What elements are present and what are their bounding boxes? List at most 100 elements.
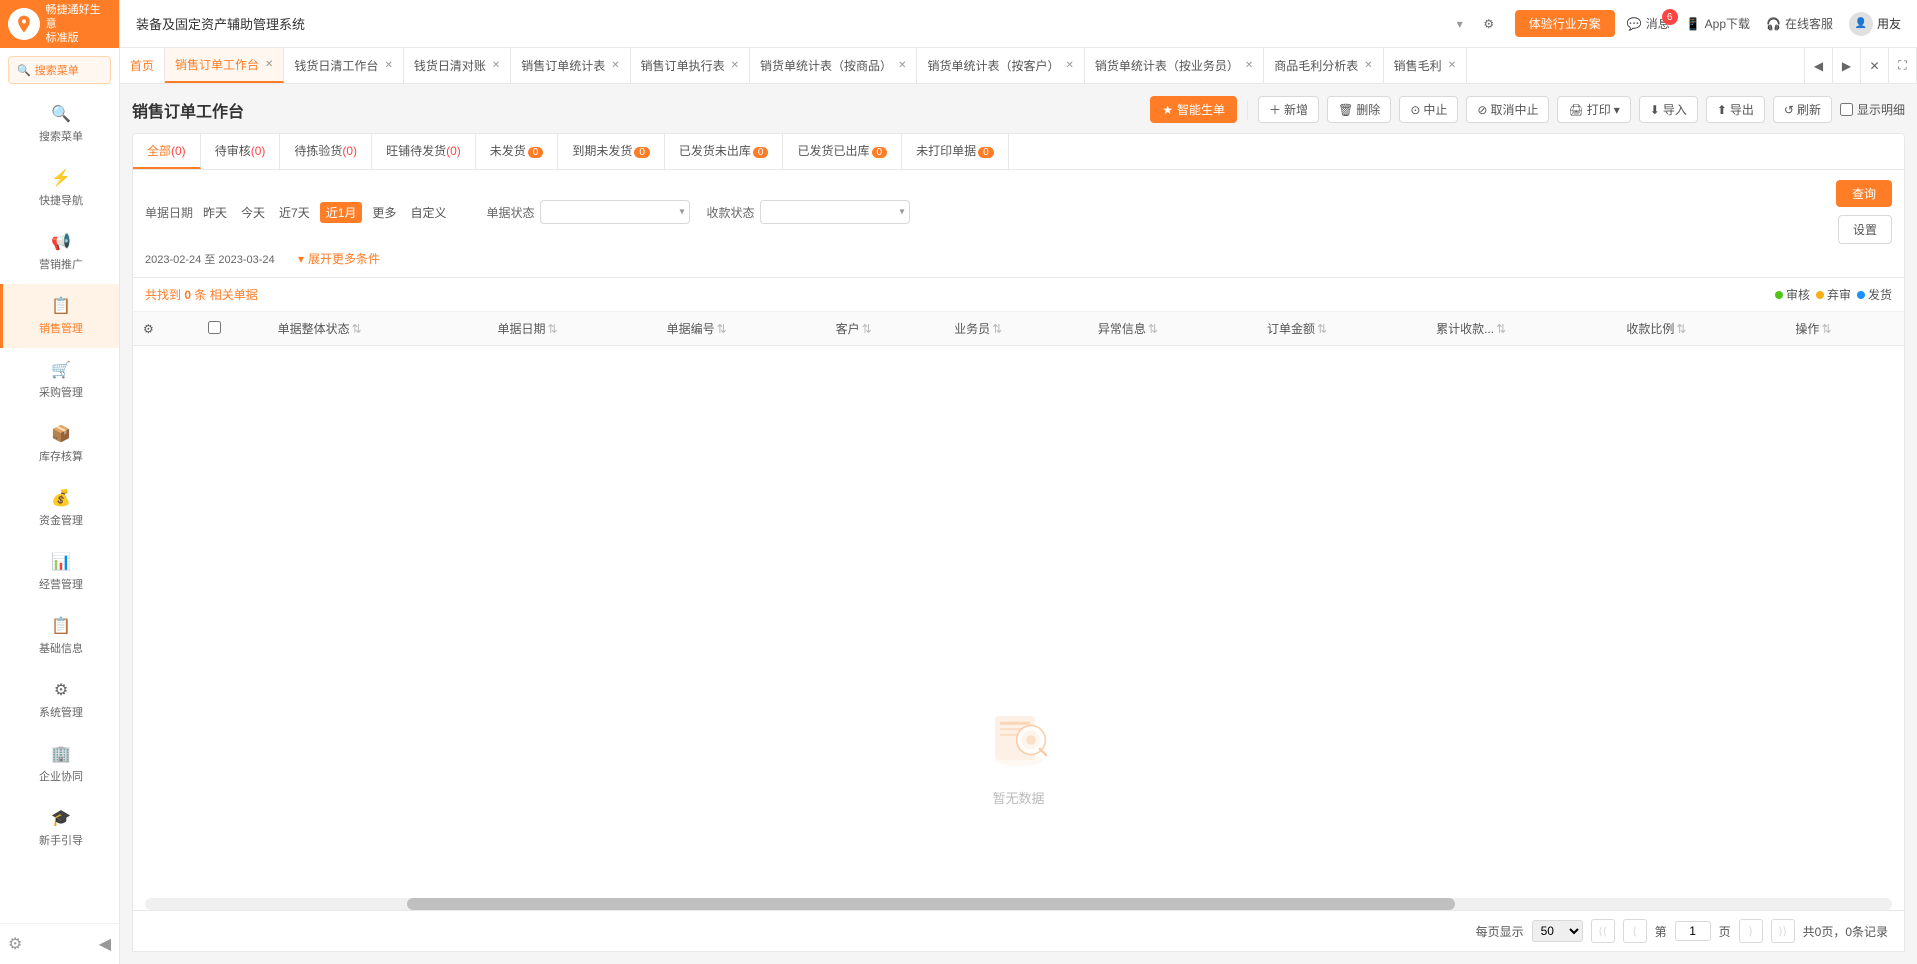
tab-sales-exec[interactable]: 销售订单执行表✕ <box>631 48 750 83</box>
online-service[interactable]: 🎧 在线客服 <box>1766 15 1833 32</box>
tab-close-icon[interactable]: ✕ <box>898 60 906 71</box>
export-btn[interactable]: ⬆ 导出 <box>1706 96 1765 123</box>
sort-icon[interactable]: ⇅ <box>992 322 1002 336</box>
tab-shipment-stats-product[interactable]: 销货单统计表（按商品）✕ <box>750 48 917 83</box>
scrollbar-thumb[interactable] <box>407 898 1455 910</box>
delete-btn[interactable]: 🗑 删除 <box>1327 96 1391 123</box>
sidebar-item-operations[interactable]: 📊经营管理 <box>0 540 119 604</box>
tab-close-icon[interactable]: ✕ <box>1448 60 1456 71</box>
tab-close-icon[interactable]: ✕ <box>492 60 500 71</box>
date-opt-更多[interactable]: 更多 <box>368 202 400 223</box>
smart-create-btn[interactable]: ★ 智能生单 <box>1150 96 1237 123</box>
sub-tab-shipped-out[interactable]: 已发货已出库0 <box>783 134 902 169</box>
sub-tab-all[interactable]: 全部(0) <box>133 134 201 169</box>
sidebar-item-sales[interactable]: 📋销售管理 <box>0 284 119 348</box>
refresh-btn[interactable]: ↺ 刷新 <box>1773 96 1832 123</box>
sort-icon[interactable]: ⇅ <box>547 322 557 336</box>
tab-shipment-stats-customer[interactable]: 销货单统计表（按客户）✕ <box>917 48 1084 83</box>
tab-close-icon[interactable]: ✕ <box>1065 60 1073 71</box>
topbar-dropdown-icon[interactable]: ▾ <box>1457 17 1463 31</box>
date-opt-昨天[interactable]: 昨天 <box>199 202 231 223</box>
sort-icon[interactable]: ⇅ <box>862 322 872 336</box>
tab-next-btn[interactable]: ▶ <box>1833 48 1861 84</box>
add-btn[interactable]: ＋ 新增 <box>1258 96 1319 123</box>
show-detail-label[interactable]: 显示明细 <box>1840 101 1905 118</box>
batch-review-btn[interactable]: 审核 <box>1775 286 1810 303</box>
tab-cash-daily[interactable]: 钱货日清工作台✕ <box>284 48 403 83</box>
print-btn[interactable]: 🖨 打印 ▾ <box>1557 96 1630 123</box>
payment-select[interactable] <box>760 200 910 224</box>
experience-btn[interactable]: 体验行业方案 <box>1515 10 1615 37</box>
page-size-select[interactable]: 50 100 200 <box>1532 920 1583 942</box>
app-download[interactable]: 📱 App下载 <box>1686 15 1750 32</box>
query-btn[interactable]: 查询 <box>1836 180 1892 207</box>
sidebar-item-quick-nav[interactable]: ⚡快捷导航 <box>0 156 119 220</box>
sidebar-item-finance[interactable]: 💰资金管理 <box>0 476 119 540</box>
sidebar-search-section[interactable]: 🔍 搜索菜单 <box>0 48 119 92</box>
settings-btn[interactable]: 设置 <box>1838 215 1892 244</box>
table-scroll[interactable]: ⚙单据整体状态⇅单据日期⇅单据编号⇅客户⇅业务员⇅异常信息⇅订单金额⇅累计收款.… <box>133 312 1904 605</box>
tab-cash-reconcile[interactable]: 钱货日清对账✕ <box>404 48 511 83</box>
page-input[interactable] <box>1675 921 1711 941</box>
user-menu[interactable]: 👤 用友 <box>1849 12 1901 36</box>
tab-fullscreen-btn[interactable]: ⛶ <box>1889 48 1917 84</box>
select-all-checkbox[interactable] <box>208 321 221 334</box>
sub-tab-wangpu-ship[interactable]: 旺铺待发货(0) <box>372 134 476 169</box>
tab-close-icon[interactable]: ✕ <box>611 60 619 71</box>
date-opt-今天[interactable]: 今天 <box>237 202 269 223</box>
sub-tab-pending-review[interactable]: 待审核(0) <box>201 134 281 169</box>
sort-icon[interactable]: ⇅ <box>352 322 362 336</box>
date-opt-近7天[interactable]: 近7天 <box>275 202 314 223</box>
tab-close-icon[interactable]: ✕ <box>265 59 273 70</box>
sub-tab-pending-check[interactable]: 待拣验货(0) <box>280 134 372 169</box>
sort-icon[interactable]: ⇅ <box>717 322 727 336</box>
sidebar-item-inventory[interactable]: 📦库存核算 <box>0 412 119 476</box>
sort-icon[interactable]: ⇅ <box>1496 322 1506 336</box>
collapse-icon[interactable]: ◀ <box>99 934 111 954</box>
date-opt-自定义[interactable]: 自定义 <box>406 202 450 223</box>
tab-close-icon[interactable]: ✕ <box>1364 60 1372 71</box>
tab-close-all-btn[interactable]: ✕ <box>1861 48 1889 84</box>
tab-gross-profit[interactable]: 商品毛利分析表✕ <box>1264 48 1383 83</box>
sidebar-item-purchase[interactable]: 🛒采购管理 <box>0 348 119 412</box>
settings-icon[interactable]: ⚙ <box>8 934 22 954</box>
import-btn[interactable]: ⬇ 导入 <box>1639 96 1698 123</box>
tab-shipment-stats-staff[interactable]: 销货单统计表（按业务员）✕ <box>1085 48 1264 83</box>
sidebar-item-enterprise[interactable]: 🏢企业协同 <box>0 732 119 796</box>
prev-page-btn[interactable]: ⟨ <box>1623 919 1647 943</box>
sort-icon[interactable]: ⇅ <box>1821 322 1831 336</box>
status-select[interactable] <box>540 200 690 224</box>
sub-tab-not-shipped[interactable]: 未发货0 <box>476 134 559 169</box>
stop-btn[interactable]: ⊙ 中止 <box>1399 96 1458 123</box>
first-page-btn[interactable]: ⟨⟨ <box>1591 919 1615 943</box>
expand-filter-btn[interactable]: ▾ 展开更多条件 <box>298 250 380 267</box>
next-page-btn[interactable]: ⟩ <box>1739 919 1763 943</box>
sort-icon[interactable]: ⇅ <box>1317 322 1327 336</box>
search-menu-button[interactable]: 🔍 搜索菜单 <box>8 56 111 84</box>
tab-sales-gross[interactable]: 销售毛利✕ <box>1384 48 1467 83</box>
tab-close-icon[interactable]: ✕ <box>731 60 739 71</box>
tab-sales-workbench[interactable]: 销售订单工作台✕ <box>165 48 284 83</box>
date-opt-近1月[interactable]: 近1月 <box>320 202 363 223</box>
sidebar-item-system[interactable]: ⚙系统管理 <box>0 668 119 732</box>
sort-icon[interactable]: ⇅ <box>1676 322 1686 336</box>
sub-tab-overdue-ship[interactable]: 到期未发货0 <box>558 134 665 169</box>
sidebar-item-guide[interactable]: 🎓新手引导 <box>0 796 119 860</box>
tab-close-icon[interactable]: ✕ <box>384 60 392 71</box>
batch-cancel-btn[interactable]: 弃审 <box>1816 286 1851 303</box>
last-page-btn[interactable]: ⟩⟩ <box>1771 919 1795 943</box>
batch-ship-btn[interactable]: 发货 <box>1857 286 1892 303</box>
tab-prev-btn[interactable]: ◀ <box>1805 48 1833 84</box>
tab-home[interactable]: 首页 <box>120 48 165 83</box>
sort-icon[interactable]: ⇅ <box>1148 322 1158 336</box>
tab-sales-stats[interactable]: 销售订单统计表✕ <box>511 48 630 83</box>
message-action[interactable]: 💬 消息 6 <box>1627 15 1670 32</box>
sidebar-item-marketing[interactable]: 📢营销推广 <box>0 220 119 284</box>
sub-tab-shipped-not-out[interactable]: 已发货未出库0 <box>665 134 784 169</box>
horizontal-scrollbar[interactable] <box>145 898 1892 910</box>
topbar-settings-icon[interactable]: ⚙ <box>1475 10 1503 38</box>
show-detail-checkbox[interactable] <box>1840 103 1853 116</box>
col-settings-icon[interactable]: ⚙ <box>143 322 154 336</box>
sub-tab-not-printed[interactable]: 未打印单据0 <box>902 134 1009 169</box>
sidebar-item-basic[interactable]: 📋基础信息 <box>0 604 119 668</box>
